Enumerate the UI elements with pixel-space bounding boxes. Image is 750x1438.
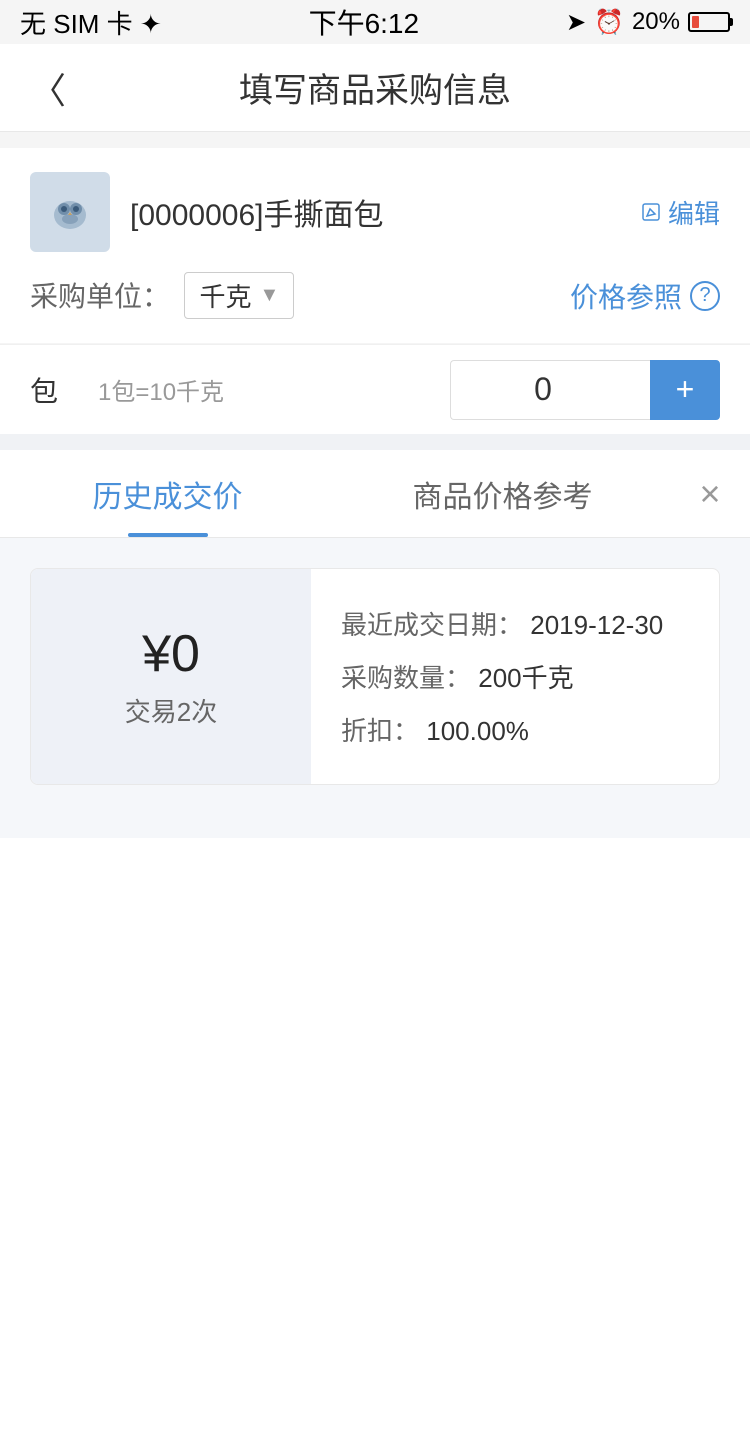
trade-discount-row: 折扣： 100.00% bbox=[341, 711, 689, 748]
edit-icon bbox=[640, 201, 662, 223]
trade-date-row: 最近成交日期： 2019-12-30 bbox=[341, 605, 689, 642]
unit-conversion: 1包=10千克 bbox=[98, 372, 450, 407]
currency-symbol: ¥ bbox=[142, 625, 171, 683]
unit-label: 采购单位： bbox=[30, 281, 170, 312]
status-bar: 无 SIM 卡 ✦ 下午6:12 ➤ ⏰ 20% bbox=[0, 0, 750, 44]
dropdown-arrow-icon: ▼ bbox=[259, 284, 279, 307]
tabs-header: 历史成交价 商品价格参考 × bbox=[0, 450, 750, 538]
trade-qty-label: 采购数量： bbox=[341, 663, 471, 693]
product-bottom-row: 采购单位： 千克 ▼ 价格参照 ? bbox=[30, 272, 720, 319]
quantity-input-group: + bbox=[450, 360, 720, 420]
trade-qty-value: 200千克 bbox=[478, 663, 573, 693]
trade-price-area: ¥0 交易2次 bbox=[31, 569, 311, 784]
tab-active-indicator bbox=[128, 533, 208, 537]
tab-content-area: ¥0 交易2次 最近成交日期： 2019-12-30 采购数量： 200千克 折… bbox=[0, 538, 750, 838]
product-section: [0000006]手撕面包 编辑 采购单位： 千克 ▼ 价格参照 ? bbox=[0, 148, 750, 343]
battery-percent: 20% bbox=[632, 8, 680, 36]
alarm-icon: ⏰ bbox=[594, 8, 624, 37]
tab-price-reference[interactable]: 商品价格参考 bbox=[335, 450, 670, 537]
status-right: ➤ ⏰ 20% bbox=[566, 8, 730, 37]
trade-qty-row: 采购数量： 200千克 bbox=[341, 658, 689, 695]
trade-date-value: 2019-12-30 bbox=[530, 610, 663, 640]
tab-history-price[interactable]: 历史成交价 bbox=[0, 450, 335, 537]
page-title: 填写商品采购信息 bbox=[239, 63, 511, 112]
trade-count: 交易2次 bbox=[125, 692, 217, 729]
quantity-row: 包 1包=10千克 + bbox=[0, 344, 750, 434]
price-number: 0 bbox=[171, 625, 200, 683]
header: 〈 填写商品采购信息 bbox=[0, 44, 750, 132]
product-image-icon bbox=[45, 187, 95, 237]
edit-label: 编辑 bbox=[668, 194, 720, 231]
edit-button[interactable]: 编辑 bbox=[640, 194, 720, 231]
battery-fill bbox=[692, 16, 699, 28]
tab-price-ref-label: 商品价格参考 bbox=[413, 472, 593, 516]
trade-card: ¥0 交易2次 最近成交日期： 2019-12-30 采购数量： 200千克 折… bbox=[30, 568, 720, 785]
unit-value: 千克 bbox=[199, 277, 251, 314]
close-icon: × bbox=[699, 473, 720, 515]
product-name: [0000006]手撕面包 bbox=[130, 190, 383, 234]
trade-details-area: 最近成交日期： 2019-12-30 采购数量： 200千克 折扣： 100.0… bbox=[311, 569, 719, 784]
product-thumbnail bbox=[30, 172, 110, 252]
help-icon: ? bbox=[690, 281, 720, 311]
section-divider bbox=[0, 434, 750, 450]
location-icon: ➤ bbox=[566, 8, 586, 37]
quantity-plus-button[interactable]: + bbox=[650, 360, 720, 420]
status-signal: 无 SIM 卡 ✦ bbox=[20, 4, 162, 41]
tabs-section: 历史成交价 商品价格参考 × ¥0 交易2次 最近成交日期： 2019-12-3… bbox=[0, 450, 750, 838]
bottom-content bbox=[0, 838, 750, 1438]
unit-selector: 采购单位： 千克 ▼ bbox=[30, 272, 294, 319]
price-reference-button[interactable]: 价格参照 ? bbox=[570, 276, 720, 316]
status-time: 下午6:12 bbox=[309, 2, 420, 42]
product-top-row: [0000006]手撕面包 编辑 bbox=[30, 172, 720, 252]
tab-history-label: 历史成交价 bbox=[93, 472, 243, 516]
unit-dropdown[interactable]: 千克 ▼ bbox=[184, 272, 294, 319]
quantity-input[interactable] bbox=[450, 360, 650, 420]
trade-price-value: ¥0 bbox=[142, 624, 200, 684]
battery-icon bbox=[688, 12, 730, 32]
price-ref-label: 价格参照 bbox=[570, 276, 682, 316]
quantity-unit: 包 bbox=[30, 370, 90, 410]
trade-date-label: 最近成交日期： bbox=[341, 610, 523, 640]
tab-close-button[interactable]: × bbox=[670, 450, 750, 537]
product-info: [0000006]手撕面包 bbox=[30, 172, 383, 252]
back-button[interactable]: 〈 bbox=[20, 52, 76, 124]
trade-discount-value: 100.00% bbox=[426, 716, 529, 746]
trade-discount-label: 折扣： bbox=[341, 716, 419, 746]
